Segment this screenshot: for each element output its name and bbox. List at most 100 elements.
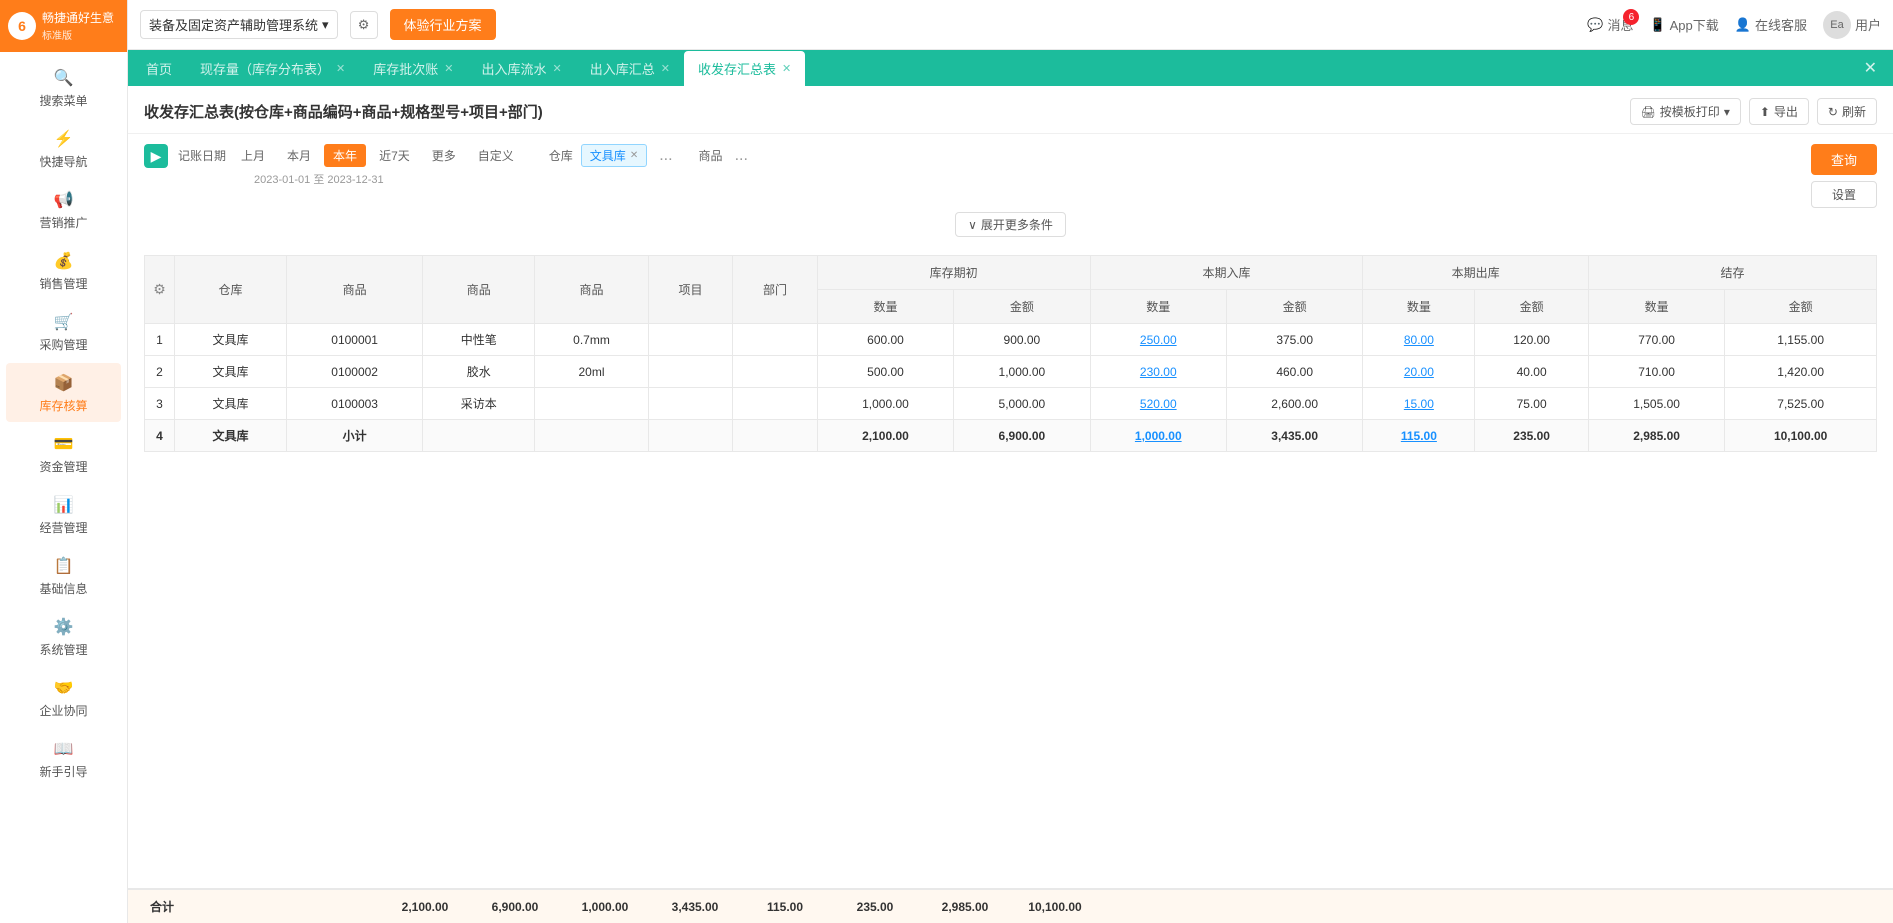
- refresh-label: 刷新: [1842, 103, 1866, 120]
- sidebar-item-快捷导航[interactable]: ⚡快捷导航: [6, 119, 121, 178]
- sidebar-item-资金管理[interactable]: 💳资金管理: [6, 424, 121, 483]
- query-button[interactable]: 查询: [1811, 144, 1877, 175]
- row-code: 小计: [286, 420, 422, 452]
- filter-settings-button[interactable]: 设置: [1811, 181, 1877, 208]
- date-this-year[interactable]: 本年: [324, 144, 366, 167]
- sidebar-item-搜索菜单[interactable]: 🔍搜索菜单: [6, 58, 121, 117]
- row-project: [648, 324, 733, 356]
- date-last-month[interactable]: 上月: [232, 144, 274, 167]
- tab-flow[interactable]: 出入库流水 ✕: [467, 51, 575, 86]
- in-qty-link[interactable]: 1,000.00: [1135, 429, 1182, 443]
- row-out-qty: 20.00: [1363, 356, 1475, 388]
- page-header: 收发存汇总表(按仓库+商品编码+商品+规格型号+项目+部门) 🖨 按模板打印 ▾…: [128, 86, 1893, 134]
- date-buttons: 上月 本月 本年 近7天 更多 自定义: [232, 144, 523, 167]
- tab-inventory-dist[interactable]: 现存量（库存分布表） ✕: [186, 51, 359, 86]
- table-header-row1: ⚙ 仓库 商品 商品 商品 项目 部门 库存期初 本期入库 本期出库 结存: [145, 256, 1877, 290]
- footer-total-label: 合计: [150, 898, 380, 915]
- date-filter-label: 记账日期: [178, 147, 226, 164]
- goods-filter-section: 商品 ...: [699, 147, 748, 165]
- sidebar-item-label: 销售管理: [39, 275, 87, 292]
- row-out-qty: 80.00: [1363, 324, 1475, 356]
- row-bal-amt: 10,100.00: [1725, 420, 1877, 452]
- name-col-header: 商品: [423, 256, 535, 324]
- row-in-amt: 375.00: [1226, 324, 1362, 356]
- tab-close-icon[interactable]: ✕: [444, 62, 453, 75]
- sidebar-item-label: 资金管理: [39, 458, 87, 475]
- table-row: 1 文具库 0100001 中性笔 0.7mm 600.00 900.00 25…: [145, 324, 1877, 356]
- row-dept: [733, 420, 818, 452]
- sidebar-icon: 📊: [54, 495, 74, 515]
- date-more[interactable]: 更多: [423, 144, 465, 167]
- in-qty-link[interactable]: 250.00: [1140, 333, 1177, 347]
- page-title: 收发存汇总表(按仓库+商品编码+商品+规格型号+项目+部门): [144, 101, 543, 122]
- init-qty-header: 数量: [817, 290, 953, 324]
- tab-summary[interactable]: 出入库汇总 ✕: [576, 51, 684, 86]
- tab-close-icon[interactable]: ✕: [661, 62, 670, 75]
- sidebar-item-采购管理[interactable]: 🛒采购管理: [6, 302, 121, 361]
- row-dept: [733, 324, 818, 356]
- trial-button[interactable]: 体验行业方案: [390, 9, 496, 40]
- sidebar-item-label: 营销推广: [39, 214, 87, 231]
- sidebar-item-企业协同[interactable]: 🤝企业协同: [6, 668, 121, 727]
- user-action[interactable]: Ea 用户: [1823, 11, 1881, 39]
- gear-button[interactable]: ⚙: [350, 11, 378, 39]
- out-qty-link[interactable]: 115.00: [1401, 429, 1437, 443]
- logo-icon: 6: [8, 12, 36, 40]
- date-7days[interactable]: 近7天: [370, 144, 419, 167]
- tab-home[interactable]: 首页: [132, 51, 186, 86]
- row-code: 0100001: [286, 324, 422, 356]
- sidebar-item-销售管理[interactable]: 💰销售管理: [6, 241, 121, 300]
- system-selector[interactable]: 装备及固定资产辅助管理系统 ▾: [140, 10, 338, 39]
- date-this-month[interactable]: 本月: [278, 144, 320, 167]
- out-qty-header: 数量: [1363, 290, 1475, 324]
- out-qty-link[interactable]: 80.00: [1404, 333, 1434, 347]
- sidebar-item-系统管理[interactable]: ⚙️系统管理: [6, 607, 121, 666]
- row-code: 0100002: [286, 356, 422, 388]
- message-action[interactable]: 💬 消息 6: [1587, 15, 1633, 34]
- chevron-down-icon: ∨: [968, 218, 977, 232]
- app-download-action[interactable]: 📱 App下载: [1649, 15, 1718, 34]
- sidebar-item-label: 企业协同: [39, 702, 87, 719]
- tab-close-icon[interactable]: ✕: [782, 62, 791, 75]
- footer-in-qty: 1,000.00: [560, 900, 650, 914]
- out-qty-link[interactable]: 20.00: [1404, 365, 1434, 379]
- out-qty-link[interactable]: 15.00: [1404, 397, 1434, 411]
- in-qty-link[interactable]: 230.00: [1140, 365, 1177, 379]
- sidebar-item-经营管理[interactable]: 📊经营管理: [6, 485, 121, 544]
- sidebar-item-基础信息[interactable]: 📋基础信息: [6, 546, 121, 605]
- row-name: [423, 420, 535, 452]
- expand-more-button[interactable]: ∨ 展开更多条件: [955, 212, 1066, 237]
- column-settings-icon[interactable]: ⚙: [153, 281, 166, 297]
- in-qty-header: 数量: [1090, 290, 1226, 324]
- refresh-button[interactable]: ↻ 刷新: [1817, 98, 1877, 125]
- export-button[interactable]: ⬆ 导出: [1749, 98, 1809, 125]
- row-warehouse: 文具库: [175, 324, 287, 356]
- tab-batch-label: 库存批次账: [373, 59, 438, 78]
- sidebar-item-新手引导[interactable]: 📖新手引导: [6, 729, 121, 788]
- init-stock-header: 库存期初: [817, 256, 1090, 290]
- warehouse-tag-close[interactable]: ✕: [630, 150, 638, 161]
- online-service-action[interactable]: 👤 在线客服: [1735, 15, 1807, 34]
- warehouse-more-dots[interactable]: ...: [659, 147, 672, 165]
- row-bal-amt: 1,155.00: [1725, 324, 1877, 356]
- bal-qty-header: 数量: [1588, 290, 1724, 324]
- export-icon: ⬆: [1760, 105, 1770, 119]
- date-custom[interactable]: 自定义: [469, 144, 523, 167]
- sidebar-item-库存核算[interactable]: 📦库存核算: [6, 363, 121, 422]
- row-warehouse: 文具库: [175, 420, 287, 452]
- sidebar-item-营销推广[interactable]: 📢营销推广: [6, 180, 121, 239]
- sidebar-icon: ⚡: [54, 129, 74, 149]
- tab-close-icon[interactable]: ✕: [553, 62, 562, 75]
- tab-stock-summary[interactable]: 收发存汇总表 ✕: [684, 51, 805, 86]
- sidebar-item-label: 采购管理: [39, 336, 87, 353]
- print-button[interactable]: 🖨 按模板打印 ▾: [1630, 98, 1741, 125]
- filter-expand-button[interactable]: ▶: [144, 144, 168, 168]
- tab-batch[interactable]: 库存批次账 ✕: [359, 51, 467, 86]
- tab-bar-close-button[interactable]: ✕: [1852, 58, 1889, 78]
- in-qty-link[interactable]: 520.00: [1140, 397, 1177, 411]
- tab-close-icon[interactable]: ✕: [336, 62, 345, 75]
- settings-col-header: ⚙: [145, 256, 175, 324]
- filter-row1: 记账日期 上月 本月 本年 近7天 更多 自定义 仓库: [178, 144, 1801, 167]
- footer-total-values: 2,100.00 6,900.00 1,000.00 3,435.00 115.…: [380, 900, 1871, 914]
- goods-more-dots[interactable]: ...: [735, 147, 748, 165]
